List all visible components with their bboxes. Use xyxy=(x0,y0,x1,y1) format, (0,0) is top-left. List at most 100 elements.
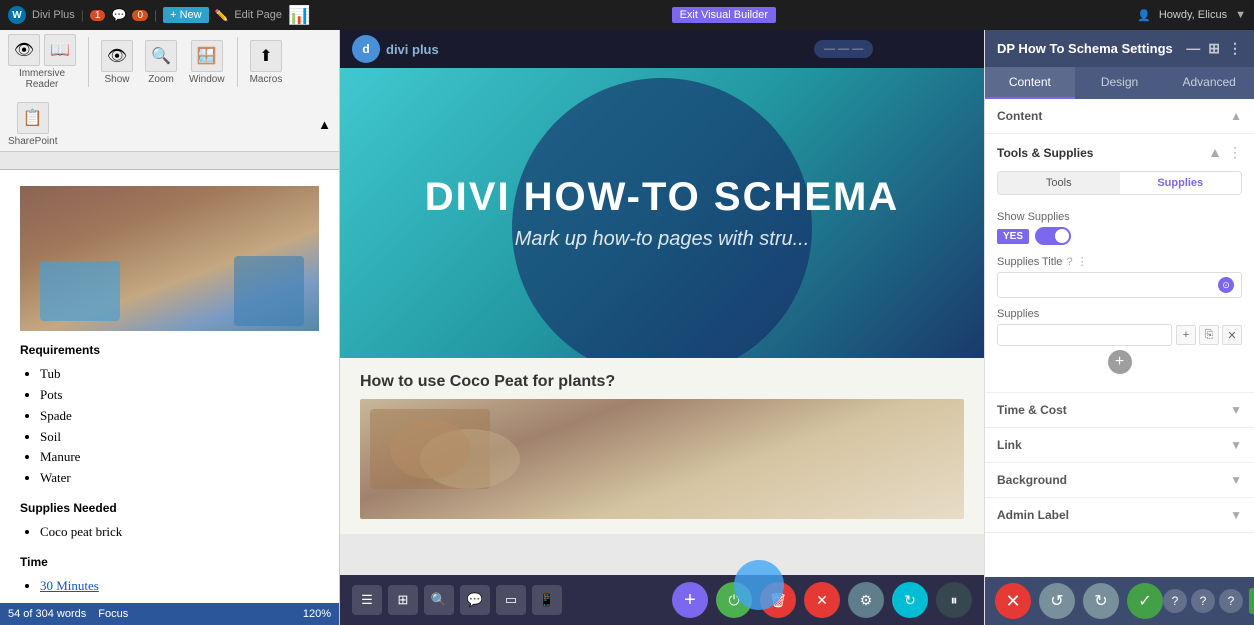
undo-button[interactable]: ↺ xyxy=(1039,583,1075,619)
properties-icon[interactable]: 📋 xyxy=(17,102,49,134)
exit-visual-builder-button[interactable]: Exit Visual Builder xyxy=(672,7,776,23)
supplies-input[interactable] xyxy=(997,324,1172,346)
supplies-title-toggle-icon[interactable]: ⊙ xyxy=(1218,277,1234,293)
time-list: 30 Minutes xyxy=(20,576,319,597)
expand-icon[interactable]: ⊞ xyxy=(1208,40,1220,57)
preview-content-section: How to use Coco Peat for plants? xyxy=(340,358,984,534)
help-icon-2[interactable]: ? xyxy=(1191,589,1215,613)
supplies-title-input[interactable] xyxy=(997,272,1242,298)
save-button[interactable]: Save xyxy=(1249,588,1254,614)
supplies-title-input-container: ⊙ xyxy=(997,272,1242,298)
zoom-level: 120% xyxy=(303,608,331,620)
time-item: 30 Minutes xyxy=(40,576,319,597)
zoom-icon[interactable]: 🔍 xyxy=(145,40,177,72)
supplies-copy-icon[interactable]: ⎘ xyxy=(1199,325,1219,345)
ribbon-collapse[interactable]: ▲ xyxy=(318,117,331,132)
immersive-reader-label: ImmersiveReader xyxy=(19,68,65,90)
preview-section-title: How to use Coco Peat for plants? xyxy=(360,373,964,391)
settings-header: DP How To Schema Settings — ⊞ ⋮ xyxy=(985,30,1254,67)
supplies-row: + ⎘ ✕ xyxy=(997,324,1242,346)
word-count: 54 of 304 words xyxy=(8,608,86,620)
close-icon[interactable]: ✕ xyxy=(804,582,840,618)
tab-design[interactable]: Design xyxy=(1075,67,1165,99)
grid-icon[interactable]: ⊞ xyxy=(388,585,418,615)
ribbon-group-zoom: 🔍 Zoom xyxy=(145,40,177,85)
list-item: Water xyxy=(40,468,319,489)
macros-icon[interactable]: ⬆ xyxy=(250,40,282,72)
ts-header: Tools & Supplies ▲ ⋮ xyxy=(985,134,1254,171)
supplies-field: Supplies + ⎘ ✕ + xyxy=(997,308,1242,374)
focus-icon[interactable]: 👁 xyxy=(8,34,40,66)
help-icon-3[interactable]: ? xyxy=(1219,589,1243,613)
immersive-reader-icon[interactable]: 📖 xyxy=(44,34,76,66)
window-icon[interactable]: 🪟 xyxy=(191,40,223,72)
preview-image xyxy=(360,399,964,519)
sep1: | xyxy=(81,8,84,22)
time-cost-chevron-icon: ▼ xyxy=(1230,403,1242,417)
supplies-title-more-icon[interactable]: ⋮ xyxy=(1077,255,1088,268)
new-button[interactable]: + New xyxy=(163,7,209,23)
right-panel: DP How To Schema Settings — ⊞ ⋮ Content … xyxy=(984,30,1254,625)
divi-plus-label: Divi Plus xyxy=(32,9,75,21)
admin-menu-icon[interactable]: ▼ xyxy=(1235,9,1246,21)
tab-content[interactable]: Content xyxy=(985,67,1075,99)
show-supplies-field: Show Supplies YES xyxy=(997,211,1242,245)
preview-hero-title: DIVI HOW-TO SCHEMA xyxy=(425,175,899,220)
show-icon[interactable]: 👁 xyxy=(101,40,133,72)
pause-icon[interactable]: ⏸ xyxy=(936,582,972,618)
edit-page-button[interactable]: Edit Page xyxy=(234,9,282,21)
action-right: ? ? ? Save xyxy=(1163,588,1254,614)
menu-icon[interactable]: ☰ xyxy=(352,585,382,615)
divi-preview: DIVI HOW-TO SCHEMA Mark up how-to pages … xyxy=(340,68,984,575)
minimize-icon[interactable]: — xyxy=(1186,40,1200,57)
refresh-icon[interactable]: ↻ xyxy=(892,582,928,618)
doc-image xyxy=(20,186,319,331)
user-icon: 👤 xyxy=(1137,9,1151,22)
ts-collapse-icon[interactable]: ▲ xyxy=(1208,144,1222,161)
admin-label-section-row[interactable]: Admin Label ▼ xyxy=(985,498,1254,533)
doc-area[interactable]: Requirements Tub Pots Spade Soil Manure … xyxy=(0,170,339,603)
edit-icon: ✏️ xyxy=(215,9,229,22)
ribbon-sep-1 xyxy=(88,37,89,87)
more-icon[interactable]: ⋮ xyxy=(1228,40,1242,57)
settings-icon[interactable]: ⚙ xyxy=(848,582,884,618)
mobile-icon[interactable]: 📱 xyxy=(532,585,562,615)
comment-icon[interactable]: 💬 xyxy=(460,585,490,615)
subtab-tools[interactable]: Tools xyxy=(998,172,1120,194)
search-icon[interactable]: 🔍 xyxy=(424,585,454,615)
ribbon: 👁 📖 ImmersiveReader 👁 Show 🔍 Zoom 🪟 Wind… xyxy=(0,30,339,152)
bottom-action-bar: ✕ ↺ ↻ ✓ ? ? ? Save xyxy=(985,577,1254,625)
add-supply-button[interactable]: + xyxy=(1108,350,1132,374)
time-cost-label: Time & Cost xyxy=(997,403,1067,417)
wp-logo-icon[interactable]: W xyxy=(8,6,26,24)
supplies-add-icon[interactable]: + xyxy=(1176,325,1196,345)
subtab-supplies[interactable]: Supplies xyxy=(1120,172,1242,194)
content-section-row[interactable]: Content ▲ xyxy=(985,99,1254,134)
divi-logo-icon: d xyxy=(352,35,380,63)
admin-label-label: Admin Label xyxy=(997,508,1069,522)
topbar-center: Exit Visual Builder xyxy=(318,7,1129,23)
preview-hero: DIVI HOW-TO SCHEMA Mark up how-to pages … xyxy=(340,68,984,358)
tab-advanced[interactable]: Advanced xyxy=(1164,67,1254,99)
help-icon-1[interactable]: ? xyxy=(1163,589,1187,613)
sharepoint-label: SharePoint xyxy=(8,136,57,147)
cancel-button[interactable]: ✕ xyxy=(995,583,1031,619)
add-button[interactable]: + xyxy=(672,582,708,618)
background-chevron-icon: ▼ xyxy=(1230,473,1242,487)
time-link[interactable]: 30 Minutes xyxy=(40,578,99,593)
graph-icon[interactable]: 📊 xyxy=(288,5,310,26)
list-item: Spade xyxy=(40,406,319,427)
time-cost-section-row[interactable]: Time & Cost ▼ xyxy=(985,393,1254,428)
show-supplies-toggle[interactable]: YES xyxy=(997,227,1242,245)
supplies-title-help-icon[interactable]: ? xyxy=(1066,256,1072,268)
page-builder-bar[interactable]: — — — xyxy=(814,40,873,58)
confirm-button[interactable]: ✓ xyxy=(1127,583,1163,619)
supplies-delete-icon[interactable]: ✕ xyxy=(1222,325,1242,345)
link-section-row[interactable]: Link ▼ xyxy=(985,428,1254,463)
background-section-row[interactable]: Background ▼ xyxy=(985,463,1254,498)
toggle-switch[interactable] xyxy=(1035,227,1071,245)
redo-button[interactable]: ↻ xyxy=(1083,583,1119,619)
sep2: | xyxy=(154,8,157,22)
ts-more-icon[interactable]: ⋮ xyxy=(1228,144,1242,161)
layout-icon[interactable]: ▭ xyxy=(496,585,526,615)
